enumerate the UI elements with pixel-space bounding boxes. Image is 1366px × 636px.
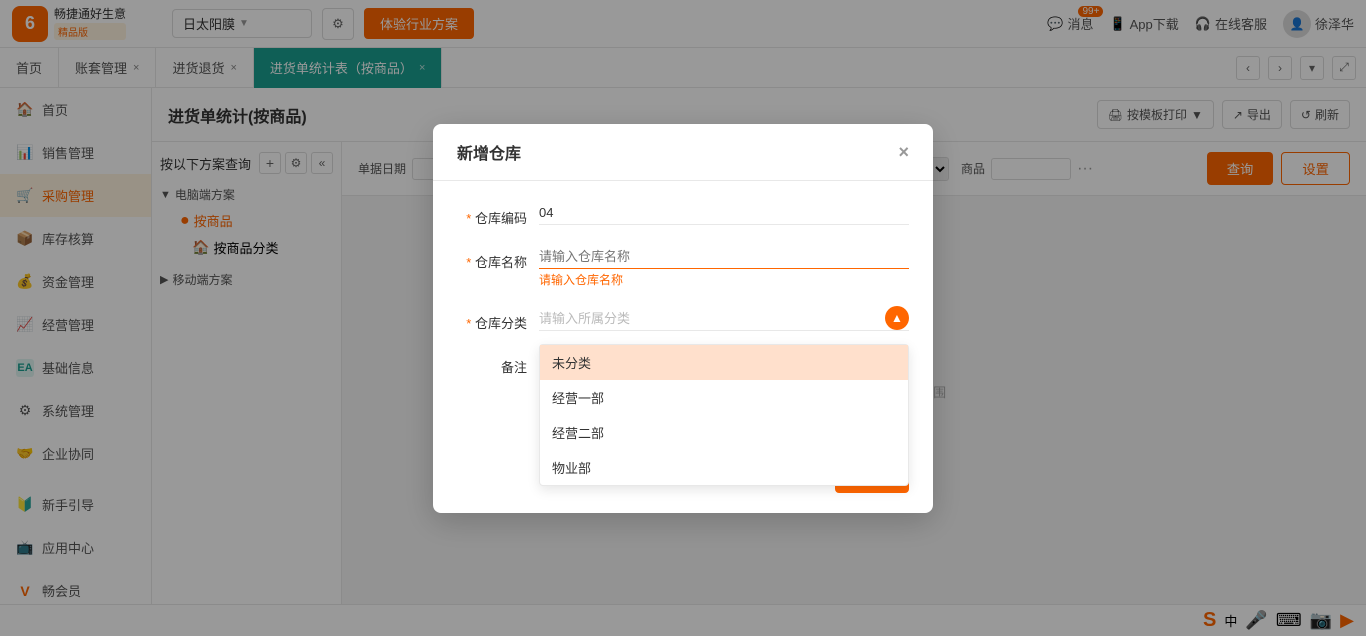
form-row-category: * 仓库分类 请输入所属分类 ▲ 未分类 经营一部 经营二部 物业部 xyxy=(457,306,909,332)
new-warehouse-dialog: 新增仓库 × * 仓库编码 * 仓库名称 xyxy=(433,124,933,513)
category-placeholder: 请输入所属分类 xyxy=(539,308,630,327)
code-label: * 仓库编码 xyxy=(457,201,527,227)
dialog-close-button[interactable]: × xyxy=(898,143,909,161)
category-label: * 仓库分类 xyxy=(457,306,527,332)
code-input[interactable] xyxy=(539,201,909,225)
dropdown-option-1[interactable]: 经营一部 xyxy=(540,380,908,415)
name-input[interactable] xyxy=(539,245,909,269)
dialog-header: 新增仓库 × xyxy=(433,124,933,181)
form-row-name: * 仓库名称 请输入仓库名称 xyxy=(457,245,909,288)
dialog-body: * 仓库编码 * 仓库名称 请输入仓库名称 xyxy=(433,181,933,448)
category-dropdown-menu: 未分类 经营一部 经营二部 物业部 xyxy=(539,344,909,486)
note-label: 备注 xyxy=(457,350,527,376)
dropdown-arrow-icon: ▲ xyxy=(885,306,909,330)
category-dropdown[interactable]: 请输入所属分类 ▲ xyxy=(539,306,909,331)
modal-overlay[interactable]: 新增仓库 × * 仓库编码 * 仓库名称 xyxy=(0,0,1366,636)
name-error-message: 请输入仓库名称 xyxy=(539,271,909,288)
name-label: * 仓库名称 xyxy=(457,245,527,271)
dropdown-option-2[interactable]: 经营二部 xyxy=(540,415,908,450)
dialog-title: 新增仓库 xyxy=(457,140,521,164)
dropdown-option-3[interactable]: 物业部 xyxy=(540,450,908,485)
dropdown-option-0[interactable]: 未分类 xyxy=(540,345,908,380)
form-row-code: * 仓库编码 xyxy=(457,201,909,227)
